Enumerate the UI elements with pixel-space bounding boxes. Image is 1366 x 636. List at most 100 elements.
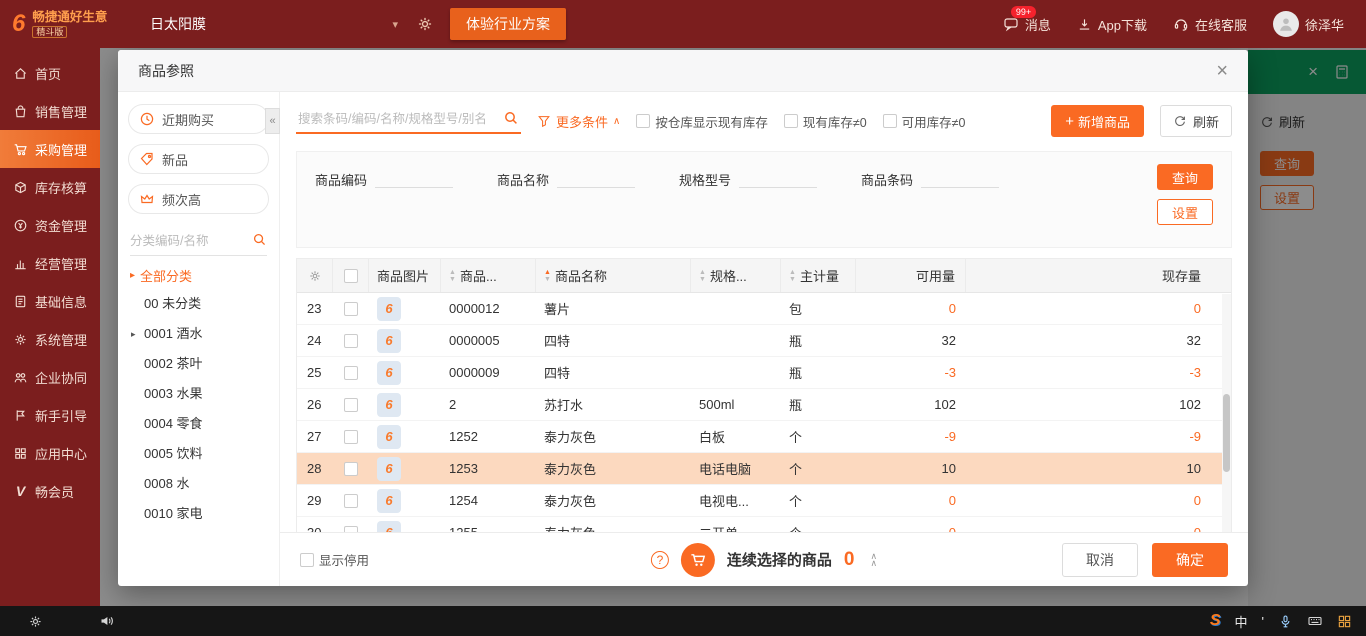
cancel-button[interactable]: 取消 [1062, 542, 1138, 577]
category-item[interactable]: 0010 家电 [128, 499, 269, 529]
available-nonzero-checkbox[interactable]: 可用库存≠0 [882, 112, 966, 131]
category-item[interactable]: 0008 水 [128, 469, 269, 499]
sidebar-item-system[interactable]: 系统管理 [0, 320, 100, 358]
scrollbar-thumb[interactable] [1223, 393, 1230, 472]
header-available[interactable]: 可用量 [856, 259, 966, 292]
sidebar-item-funds[interactable]: 资金管理 [0, 206, 100, 244]
row-checkbox[interactable] [344, 429, 358, 444]
category-search-input[interactable]: 分类编码/名称 [130, 230, 267, 256]
settings-gear-icon[interactable] [416, 15, 434, 33]
category-item[interactable]: 0002 茶叶 [128, 349, 269, 379]
close-icon[interactable]: × [1216, 61, 1228, 81]
avatar [1272, 11, 1299, 37]
experience-solution-button[interactable]: 体验行业方案 [450, 8, 566, 40]
row-checkbox[interactable] [344, 333, 358, 348]
sidebar-item-basic-info[interactable]: 基础信息 [0, 282, 100, 320]
brand-logo: 6 畅捷通好生意 精斗版 [0, 10, 118, 39]
sidebar-item-guide[interactable]: 新手引导 [0, 396, 100, 434]
sidebar-item-label: 销售管理 [35, 104, 88, 120]
sogou-ime-logo[interactable]: S [1210, 612, 1221, 630]
keyboard-icon[interactable] [1307, 613, 1323, 629]
quick-filter-new[interactable]: 新品 [128, 144, 269, 174]
product-thumbnail: 6 [377, 360, 401, 385]
product-name: 苏打水 [544, 398, 584, 413]
select-all-checkbox[interactable] [343, 268, 358, 283]
query-button[interactable]: 查询 [1157, 164, 1213, 190]
row-checkbox[interactable] [344, 461, 358, 476]
modal-title: 商品参照 [138, 62, 194, 79]
collapse-panel-button[interactable]: ∧ ∧ [871, 551, 878, 567]
product-name: 四特 [544, 334, 571, 349]
column-settings-button[interactable] [297, 259, 333, 292]
table-row[interactable]: 24 6 0000005 四特 瓶 32 32 [297, 325, 1231, 357]
row-checkbox[interactable] [344, 301, 358, 316]
category-item[interactable]: ▸ 0001 酒水 [128, 319, 269, 349]
add-product-button[interactable]: + 新增商品 [1051, 105, 1144, 137]
settings-button[interactable]: 设置 [1157, 199, 1213, 225]
quick-filter-recent[interactable]: 近期购买 [128, 104, 269, 134]
sidebar-item-inventory[interactable]: 库存核算 [0, 168, 100, 206]
checkbox-label: 可用库存≠0 [901, 115, 966, 130]
gear-icon [309, 270, 320, 281]
sidebar-item-label: 畅会员 [35, 484, 75, 500]
toolbox-grid-icon[interactable] [1337, 614, 1352, 629]
row-checkbox[interactable] [344, 493, 358, 508]
confirm-button[interactable]: 确定 [1152, 542, 1228, 577]
sidebar-item-app-center[interactable]: 应用中心 [0, 434, 100, 472]
refresh-button[interactable]: 刷新 [1159, 105, 1232, 137]
product-search-input[interactable]: 搜索条码/编码/名称/规格型号/别名 [296, 108, 521, 134]
table-row[interactable]: 25 6 0000009 四特 瓶 -3 -3 [297, 357, 1231, 389]
stock-nonzero-checkbox[interactable]: 现有库存≠0 [783, 112, 867, 131]
table-row-selected[interactable]: 28 6 1253 泰力灰色 电话电脑 个 10 10 [297, 453, 1231, 485]
table-row[interactable]: 30 6 1255 泰力灰色 二开单 个 0 0 [297, 517, 1231, 532]
header-name[interactable]: ▲ ▼ 商品名称 [536, 259, 691, 292]
app-download-button[interactable]: App下载 [1077, 15, 1147, 34]
table-row[interactable]: 26 6 2 苏打水 500ml 瓶 102 102 [297, 389, 1231, 421]
microphone-icon[interactable] [1278, 614, 1293, 629]
table-row[interactable]: 27 6 1252 泰力灰色 白板 个 -9 -9 [297, 421, 1231, 453]
more-conditions-toggle[interactable]: 更多条件 ∧ [537, 112, 620, 131]
sidebar-item-home[interactable]: 首页 [0, 54, 100, 92]
filter-code-input[interactable] [375, 172, 454, 188]
row-checkbox[interactable] [344, 397, 358, 412]
store-selector[interactable]: 日太阳膜 ▾ [140, 8, 408, 40]
table-scrollbar[interactable] [1222, 294, 1231, 532]
speaker-icon[interactable] [99, 613, 115, 629]
row-checkbox[interactable] [344, 365, 358, 380]
sidebar-item-purchase[interactable]: 采购管理 [0, 130, 100, 168]
warehouse-stock-checkbox[interactable]: 按仓库显示现有库存 [636, 112, 768, 131]
customer-service-button[interactable]: 在线客服 [1173, 15, 1247, 34]
filter-spec-input[interactable] [739, 172, 818, 188]
category-item[interactable]: 00 未分类 [128, 289, 269, 319]
sidebar-item-operations[interactable]: 经营管理 [0, 244, 100, 282]
sidebar-item-sales[interactable]: 销售管理 [0, 92, 100, 130]
chart-icon [15, 260, 26, 269]
category-item[interactable]: 0005 饮料 [128, 439, 269, 469]
filter-barcode-input[interactable] [921, 172, 1000, 188]
user-menu[interactable]: 徐泽华 [1272, 11, 1344, 37]
search-icon[interactable] [503, 110, 519, 126]
ime-punctuation-icon[interactable]: ' [1262, 614, 1264, 629]
filter-name-input[interactable] [557, 172, 636, 188]
quick-filter-frequent[interactable]: 频次高 [128, 184, 269, 214]
all-categories-toggle[interactable]: ▸ 全部分类 [130, 266, 267, 285]
available-qty: 102 [934, 397, 956, 412]
sidebar-item-enterprise[interactable]: 企业协同 [0, 358, 100, 396]
panel-collapse-button[interactable]: « [265, 108, 280, 134]
header-code[interactable]: ▲ ▼ 商品... [441, 259, 536, 292]
product-spec: 500ml [699, 397, 735, 412]
header-spec[interactable]: ▲ ▼ 规格... [691, 259, 781, 292]
category-item[interactable]: 0004 零食 [128, 409, 269, 439]
sidebar-item-member[interactable]: V 畅会员 [0, 472, 100, 510]
header-stock[interactable]: 现存量 [966, 259, 1231, 292]
table-row[interactable]: 29 6 1254 泰力灰色 电视电... 个 0 0 [297, 485, 1231, 517]
taskbar-gear-icon[interactable] [28, 614, 43, 629]
category-item[interactable]: 0003 水果 [128, 379, 269, 409]
search-icon [253, 233, 266, 246]
header-unit[interactable]: ▲ ▼ 主计量 [781, 259, 856, 292]
help-icon[interactable]: ? [650, 550, 669, 569]
table-row[interactable]: 23 6 0000012 薯片 包 0 0 [297, 293, 1231, 325]
ime-mode-chinese[interactable]: 中 [1235, 612, 1248, 631]
show-disabled-checkbox[interactable]: 显示停用 [300, 550, 369, 569]
messages-button[interactable]: 99+ 消息 [1003, 5, 1051, 34]
